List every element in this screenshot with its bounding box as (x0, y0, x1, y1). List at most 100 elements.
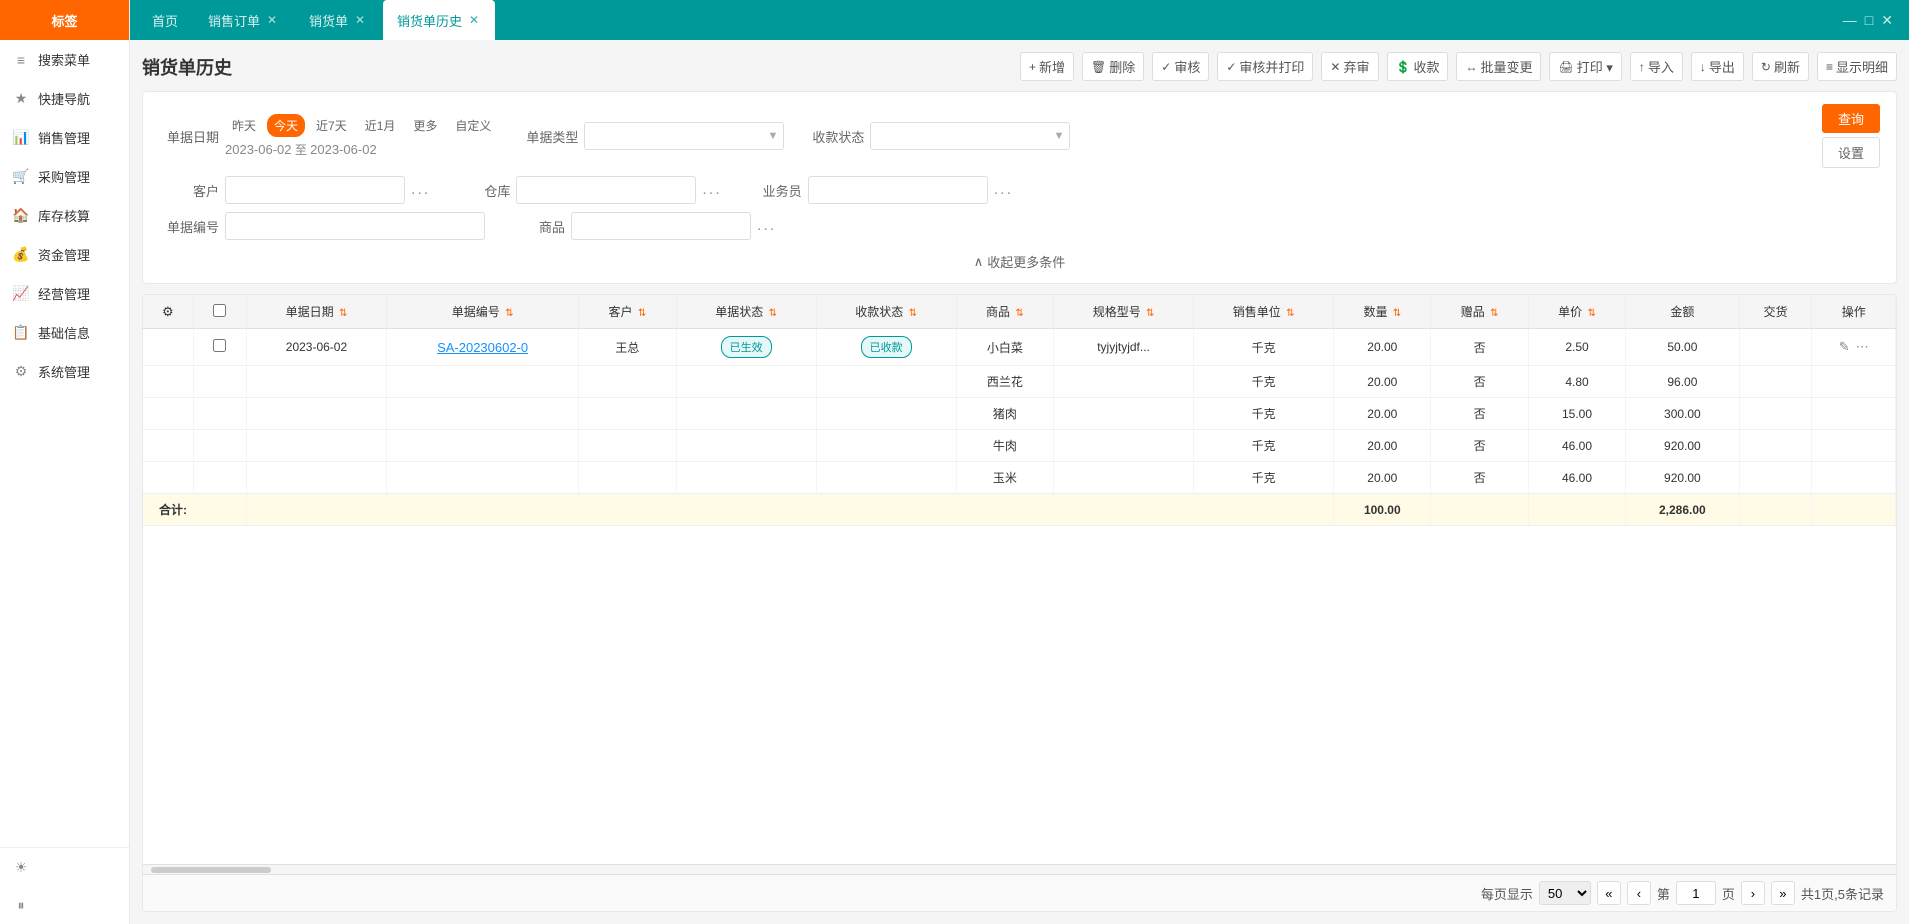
doc-no-input[interactable] (225, 212, 485, 240)
cell-goods: 猪肉 (956, 398, 1053, 430)
sales-mgmt-icon: 📊 (12, 129, 30, 147)
cell-checkbox[interactable] (193, 366, 246, 398)
toolbar-batch-change-button[interactable]: ↔批量变更 (1456, 52, 1541, 81)
cell-checkbox[interactable] (193, 430, 246, 462)
cell-amount: 96.00 (1626, 366, 1739, 398)
horizontal-scrollbar[interactable] (143, 864, 1896, 874)
salesperson-input[interactable] (808, 176, 988, 204)
date-quick-近7天[interactable]: 近7天 (309, 114, 354, 137)
doc-no-label: 单据编号 (159, 217, 219, 236)
collect-status-filter: 收款状态 ▼ (804, 122, 1070, 150)
minimize-button[interactable]: — (1843, 12, 1857, 28)
sidebar-item-finance-mgmt[interactable]: 💰 资金管理 (0, 235, 129, 274)
row-checkbox[interactable] (213, 339, 226, 352)
doc-type-select[interactable] (584, 122, 784, 150)
cell-checkbox[interactable] (193, 462, 246, 494)
select-all-checkbox[interactable] (213, 304, 226, 317)
first-page-button[interactable]: « (1597, 881, 1621, 905)
col-qty[interactable]: 数量 ⇅ (1334, 295, 1431, 329)
sidebar-item-operations-mgmt[interactable]: 📈 经营管理 (0, 274, 129, 313)
col-doc-no[interactable]: 单据编号 ⇅ (386, 295, 578, 329)
cell-checkbox[interactable] (193, 398, 246, 430)
col-doc-status[interactable]: 单据状态 ⇅ (676, 295, 816, 329)
date-quick-昨天[interactable]: 昨天 (225, 114, 263, 137)
col-collect-status[interactable]: 收款状态 ⇅ (816, 295, 956, 329)
audit-print-icon: ✓ (1226, 60, 1236, 74)
toolbar-show-detail-button[interactable]: ≡显示明细 (1817, 52, 1897, 81)
toolbar-collect-button[interactable]: 💲收款 (1387, 52, 1449, 81)
col-goods[interactable]: 商品 ⇅ (956, 295, 1053, 329)
edit-icon[interactable]: ✎ (1839, 339, 1850, 355)
col-settings[interactable]: ⚙ (143, 295, 193, 329)
col-transaction[interactable]: 交货 (1739, 295, 1812, 329)
collect-status-select[interactable] (870, 122, 1070, 150)
toolbar-import-button[interactable]: ↑导入 (1630, 52, 1683, 81)
col-gift[interactable]: 赠品 ⇅ (1431, 295, 1528, 329)
more-icon[interactable]: ⋯ (1856, 339, 1869, 355)
goods-input[interactable] (571, 212, 751, 240)
tab-close-sales-order[interactable]: ✕ (265, 13, 279, 27)
date-quick-近1月[interactable]: 近1月 (358, 114, 403, 137)
prev-page-button[interactable]: ‹ (1627, 881, 1651, 905)
doc-no-link[interactable]: SA-20230602-0 (437, 340, 528, 355)
col-unit[interactable]: 销售单位 ⇅ (1194, 295, 1334, 329)
tab-sales-order[interactable]: 销售订单✕ (194, 0, 293, 40)
warehouse-picker[interactable]: ... (702, 181, 721, 199)
sidebar-item-bottom2[interactable]: ⏸ (0, 886, 129, 924)
cell-goods: 牛肉 (956, 430, 1053, 462)
date-quick-更多[interactable]: 更多 (406, 114, 444, 137)
toolbar-add-button[interactable]: +新增 (1020, 52, 1074, 81)
filter-row-1: 单据日期 昨天今天近7天近1月更多自定义 2023-06-02 至 2023-0… (159, 104, 1880, 168)
toolbar-delete-button[interactable]: 🗑删除 (1082, 52, 1144, 81)
page-size-select[interactable]: 20 50 100 (1539, 881, 1591, 905)
toolbar-refresh-button[interactable]: ↻刷新 (1752, 52, 1809, 81)
col-price[interactable]: 单价 ⇅ (1528, 295, 1625, 329)
maximize-button[interactable]: □ (1865, 12, 1873, 28)
sidebar-item-quick-nav[interactable]: ★ 快捷导航 (0, 79, 129, 118)
tab-sales-delivery[interactable]: 销货单✕ (295, 0, 381, 40)
settings-button[interactable]: 设置 (1822, 137, 1880, 168)
col-date[interactable]: 单据日期 ⇅ (246, 295, 386, 329)
table-wrap[interactable]: ⚙ 单据日期 ⇅ 单据编号 ⇅ 客户 ⇅ 单据状态 ⇅ 收款状态 ⇅ 商品 ⇅ … (143, 295, 1896, 864)
salesperson-picker[interactable]: ... (994, 181, 1013, 199)
table-row: 2023-06-02 SA-20230602-0 王总 已生效 已收款 小白菜 … (143, 329, 1896, 366)
col-amount[interactable]: 金额 (1626, 295, 1739, 329)
goods-picker[interactable]: ... (757, 217, 776, 235)
cell-price: 2.50 (1528, 329, 1625, 366)
cell-doc-no (386, 366, 578, 398)
cell-doc-no (386, 398, 578, 430)
cell-checkbox[interactable] (193, 329, 246, 366)
toolbar-audit-print-button[interactable]: ✓审核并打印 (1217, 52, 1313, 81)
sidebar-item-inventory[interactable]: 🏠 库存核算 (0, 196, 129, 235)
sidebar-item-system-mgmt[interactable]: ⚙ 系统管理 (0, 352, 129, 391)
sidebar-item-purchase-mgmt[interactable]: 🛒 采购管理 (0, 157, 129, 196)
sidebar-item-bottom1[interactable]: ☀ (0, 848, 129, 886)
warehouse-input[interactable] (516, 176, 696, 204)
collapse-button[interactable]: ∧ 收起更多条件 (159, 248, 1880, 271)
toolbar-export-button[interactable]: ↓导出 (1691, 52, 1744, 81)
sidebar-item-sales-mgmt[interactable]: 📊 销售管理 (0, 118, 129, 157)
toolbar-audit-button[interactable]: ✓审核 (1152, 52, 1209, 81)
sidebar-item-search-menu[interactable]: ≡ 搜索菜单 (0, 40, 129, 79)
customer-input[interactable] (225, 176, 405, 204)
query-button[interactable]: 查询 (1822, 104, 1880, 133)
cell-spec (1054, 366, 1194, 398)
col-customer[interactable]: 客户 ⇅ (579, 295, 676, 329)
tab-home[interactable]: 首页 (138, 0, 192, 40)
date-quick-自定义[interactable]: 自定义 (448, 114, 498, 137)
next-page-button[interactable]: › (1741, 881, 1765, 905)
last-page-button[interactable]: » (1771, 881, 1795, 905)
col-checkbox[interactable] (193, 295, 246, 329)
toolbar-abandon-button[interactable]: ✕弃审 (1321, 52, 1378, 81)
tab-close-sales-delivery[interactable]: ✕ (353, 13, 367, 27)
customer-picker[interactable]: ... (411, 181, 430, 199)
col-spec[interactable]: 规格型号 ⇅ (1054, 295, 1194, 329)
page-number-input[interactable] (1676, 881, 1716, 905)
toolbar-print-button[interactable]: 🖨打印 ▾ (1549, 52, 1621, 81)
tab-sales-history[interactable]: 销货单历史✕ (383, 0, 495, 40)
close-button[interactable]: ✕ (1881, 12, 1893, 29)
date-quick-今天[interactable]: 今天 (267, 114, 305, 137)
sidebar-item-basic-info[interactable]: 📋 基础信息 (0, 313, 129, 352)
inventory-icon: 🏠 (12, 207, 30, 225)
tab-close-sales-history[interactable]: ✕ (467, 13, 481, 27)
